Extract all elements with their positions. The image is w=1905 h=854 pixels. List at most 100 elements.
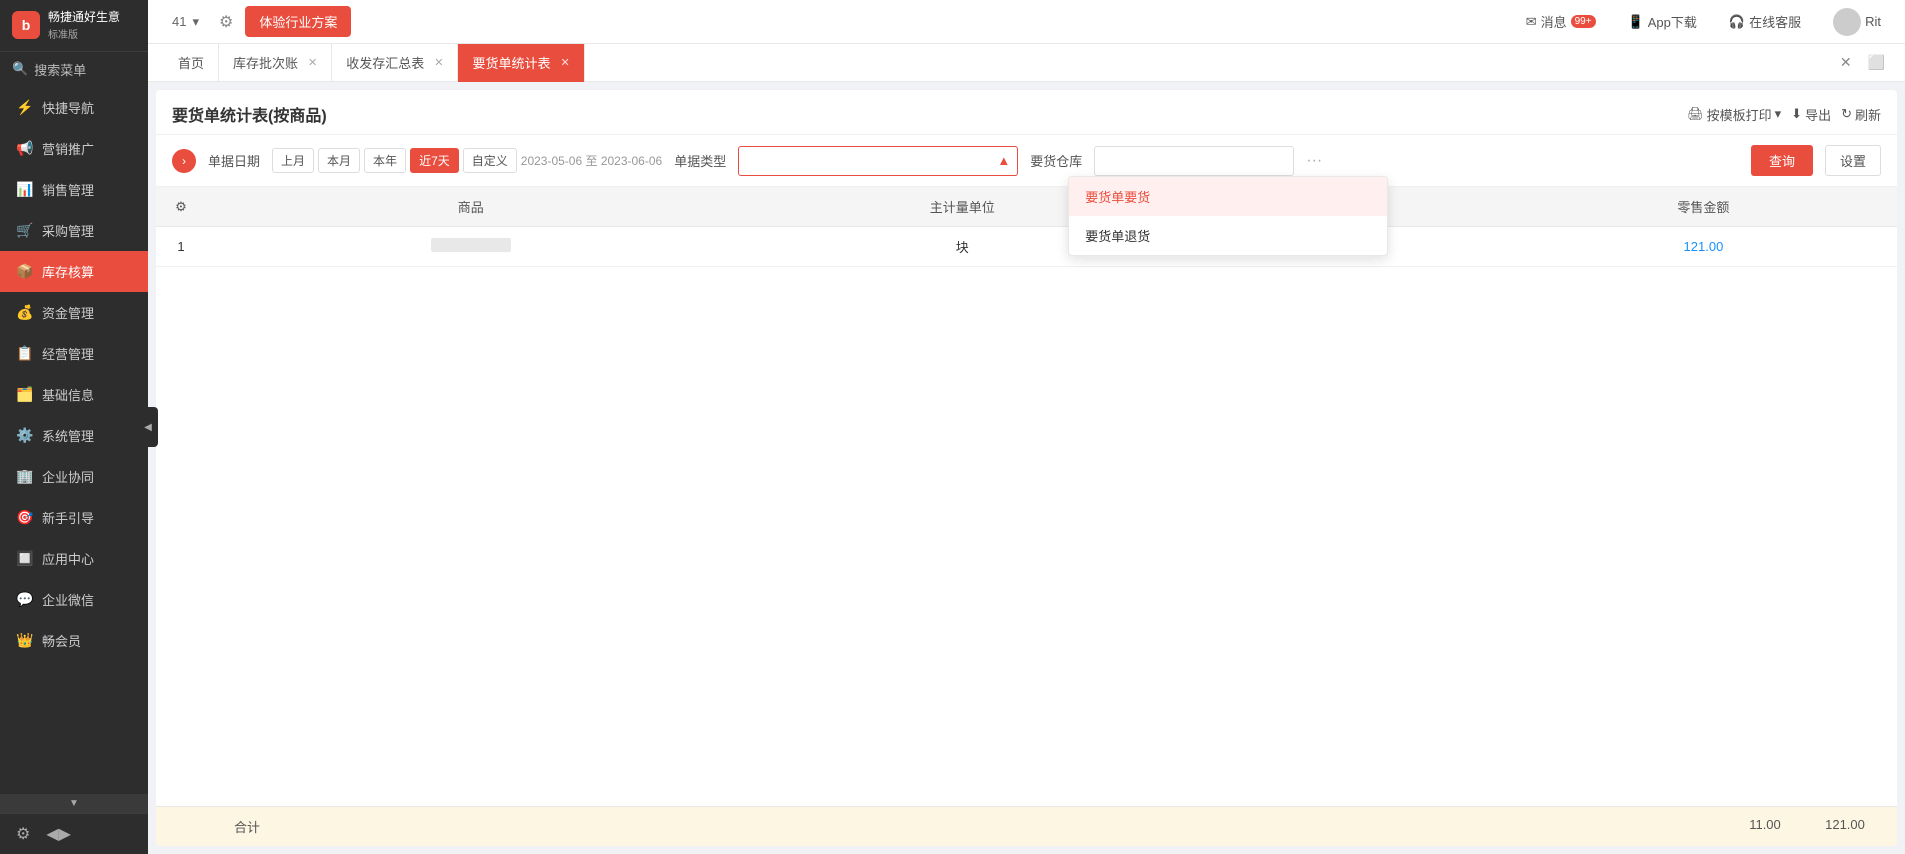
dropdown-item-order-single[interactable]: 要货单要货 [1069,177,1387,216]
sales-icon: 📊 [16,181,34,198]
online-service-label: 在线客服 [1749,12,1801,31]
tab-close-all-icon[interactable]: ✕ [1836,50,1856,75]
sidebar-item-label: 快捷导航 [42,98,94,117]
print-label: 按模板打印 [1707,105,1772,124]
refresh-label: 刷新 [1855,105,1881,124]
message-label: 消息 [1541,12,1567,31]
sidebar-item-enterprise[interactable]: 🏢 企业协同 [0,456,148,497]
warehouse-input[interactable] [1094,146,1294,176]
inventory-icon: 📦 [16,263,34,280]
guide-icon: 🎯 [16,509,34,526]
industry-btn[interactable]: 体验行业方案 [245,6,351,37]
sidebar-item-inventory[interactable]: 📦 库存核算 [0,251,148,292]
marketing-icon: 📢 [16,140,34,157]
sidebar-item-basic[interactable]: 🗂️ 基础信息 [0,374,148,415]
search-label: 搜索菜单 [34,60,86,79]
type-select-wrapper: ▲ 要货单要货 要货单退货 [738,146,1018,176]
search-icon: 🔍 [12,61,28,77]
col-amount: 零售金额 [1510,187,1897,227]
filter-more-btn[interactable]: ··· [1302,152,1326,170]
operation-icon: 📋 [16,345,34,362]
sidebar-bottom: ⚙ ◀▶ [0,813,148,854]
sidebar-item-wechat[interactable]: 💬 企业微信 [0,579,148,620]
tab-order-stats-label: 要货单统计表 [472,53,550,72]
product-placeholder [431,238,511,252]
store-selector[interactable]: 41 ▾ [164,10,207,34]
headset-icon: 🎧 [1729,14,1745,30]
message-btn[interactable]: ✉ 消息 99+ [1518,8,1604,35]
sidebar-item-label: 企业微信 [42,590,94,609]
online-service-btn[interactable]: 🎧 在线客服 [1721,8,1809,35]
sidebar-item-label: 新手引导 [42,508,94,527]
date-custom-btn[interactable]: 自定义 [463,148,517,173]
print-btn[interactable]: 🖨 按模板打印 ▾ [1687,105,1781,124]
date-filter-label: 单据日期 [208,151,260,170]
chevron-down-icon: ▾ [192,14,199,30]
tab-home[interactable]: 首页 [164,44,219,82]
dropdown-item-order-return[interactable]: 要货单退货 [1069,216,1387,255]
member-icon: 👑 [16,632,34,649]
sidebar-item-operation[interactable]: 📋 经营管理 [0,333,148,374]
sidebar-item-quick-nav[interactable]: ⚡ 快捷导航 [0,87,148,128]
sidebar-item-marketing[interactable]: 📢 营销推广 [0,128,148,169]
quick-nav-icon: ⚡ [16,99,34,116]
filter-bar: › 单据日期 上月 本月 本年 近7天 自定义 2023-05-06 至 202… [156,135,1897,187]
user-avatar-btn[interactable]: Rit [1825,4,1889,40]
date-year-btn[interactable]: 本年 [364,148,406,173]
home-label: 首页 [178,53,204,72]
tab-inventory-batch-close[interactable]: ✕ [308,56,317,69]
filter-expand-btn[interactable]: › [172,149,196,173]
sidebar-item-label: 采购管理 [42,221,94,240]
table-body: 1 块 11.00 121.00 [156,227,1897,267]
sidebar-collapse-button[interactable]: ◀ [138,407,158,447]
page-actions: 🖨 按模板打印 ▾ ⬇ 导出 ↻ 刷新 [1687,105,1881,124]
settings-bottom-icon[interactable]: ⚙ [16,824,30,844]
footer-qty: 11.00 [1725,817,1805,836]
sidebar-item-label: 销售管理 [42,180,94,199]
sidebar-item-guide[interactable]: 🎯 新手引导 [0,497,148,538]
tab-order-stats-close[interactable]: ✕ [561,56,570,69]
col-settings[interactable]: ⚙ [156,187,206,227]
export-btn[interactable]: ⬇ 导出 [1791,105,1831,124]
table-container: ⚙ 商品 主计量单位 主数量 零售金额 1 块 [156,187,1897,806]
tab-receive-summary[interactable]: 收发存汇总表 ✕ [332,44,458,82]
date-recent-btn[interactable]: 近7天 [410,148,459,173]
sidebar-search[interactable]: 🔍 搜索菜单 [0,52,148,87]
refresh-btn[interactable]: ↻ 刷新 [1841,105,1881,124]
tab-receive-summary-label: 收发存汇总表 [346,53,424,72]
sidebar-item-purchase[interactable]: 🛒 采购管理 [0,210,148,251]
tab-inventory-batch-label: 库存批次账 [233,53,298,72]
sidebar-item-member[interactable]: 👑 畅会员 [0,620,148,661]
tab-order-stats[interactable]: 要货单统计表 ✕ [458,44,584,82]
sidebar-item-label: 基础信息 [42,385,94,404]
purchase-icon: 🛒 [16,222,34,239]
gear-icon-header[interactable]: ⚙ [219,12,233,32]
print-icon: 🖨 [1687,106,1704,122]
sidebar-item-finance[interactable]: 💰 资金管理 [0,292,148,333]
store-number: 41 [172,14,186,29]
sidebar-item-app-center[interactable]: 🔲 应用中心 [0,538,148,579]
logo-sub: 标准版 [48,26,120,41]
sidebar-item-sales[interactable]: 📊 销售管理 [0,169,148,210]
col-settings-icon: ⚙ [175,199,187,214]
tab-inventory-batch[interactable]: 库存批次账 ✕ [219,44,332,82]
row-amount[interactable]: 121.00 [1510,227,1897,267]
warehouse-filter-label: 要货仓库 [1030,151,1082,170]
app-download-btn[interactable]: 📱 App下载 [1620,8,1705,35]
basic-icon: 🗂️ [16,386,34,403]
footer-label: 合计 [218,817,276,836]
date-up-btn[interactable]: 上月 [272,148,314,173]
collapse-icon[interactable]: ◀▶ [46,824,71,844]
type-select-input[interactable] [738,146,1018,176]
footer-amount: 121.00 [1805,817,1885,836]
sidebar-item-system[interactable]: ⚙️ 系统管理 [0,415,148,456]
sidebar-item-label: 营销推广 [42,139,94,158]
tab-receive-summary-close[interactable]: ✕ [434,56,443,69]
setting-filter-btn[interactable]: 设置 [1825,145,1881,176]
date-month-btn[interactable]: 本月 [318,148,360,173]
tab-bar-actions: ✕ ⬜ [1836,50,1889,75]
tab-maximize-icon[interactable]: ⬜ [1864,50,1889,75]
sidebar-scroll-down[interactable]: ▼ [0,794,148,813]
sidebar: b 畅捷通好生意 标准版 🔍 搜索菜单 ⚡ 快捷导航 📢 营销推广 📊 销售管理… [0,0,148,854]
query-btn[interactable]: 查询 [1751,145,1813,176]
